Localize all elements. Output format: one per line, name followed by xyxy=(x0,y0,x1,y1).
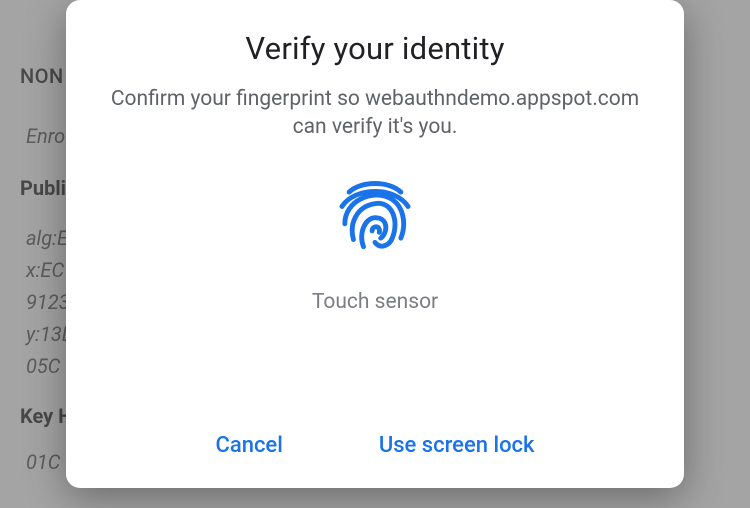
biometric-dialog: Verify your identity Confirm your finger… xyxy=(66,0,684,488)
dialog-actions: Cancel Use screen lock xyxy=(108,427,642,464)
dialog-status: Touch sensor xyxy=(312,290,438,314)
dialog-title: Verify your identity xyxy=(245,30,504,67)
cancel-button[interactable]: Cancel xyxy=(211,427,286,464)
use-screen-lock-button[interactable]: Use screen lock xyxy=(375,427,539,464)
fingerprint-icon xyxy=(329,172,421,264)
dialog-message: Confirm your fingerprint so webauthndemo… xyxy=(108,85,642,142)
